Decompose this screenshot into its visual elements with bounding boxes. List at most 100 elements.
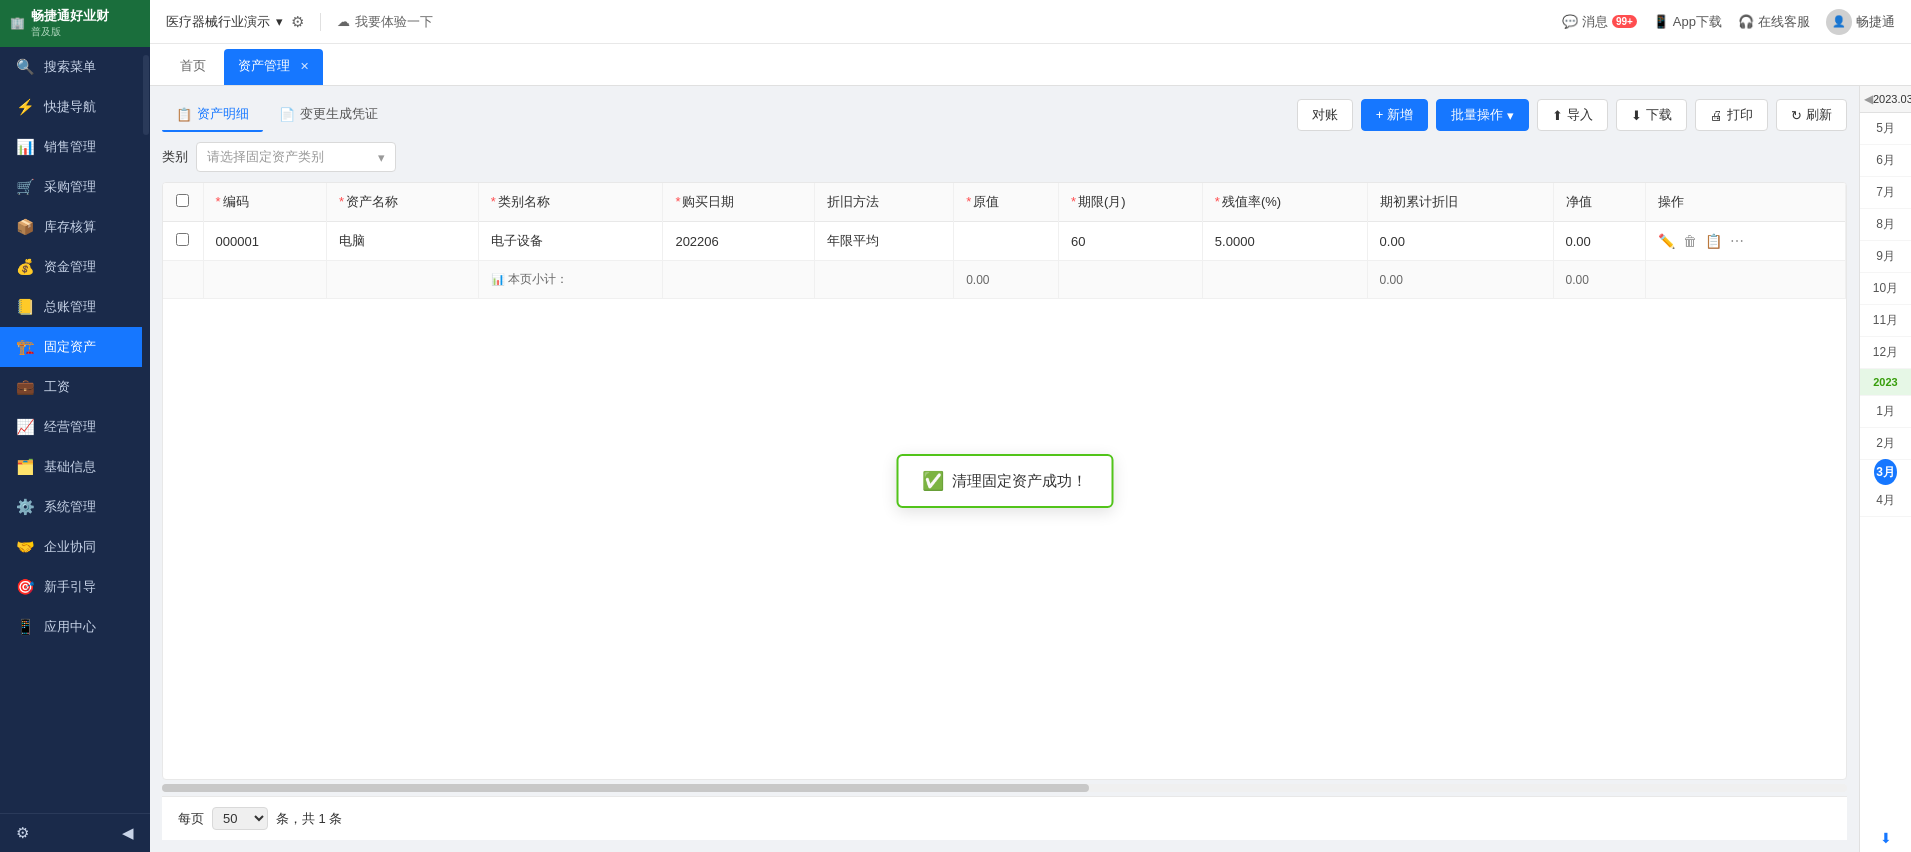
- sidebar-icon-purchase: 🛒: [16, 178, 34, 196]
- more-icon[interactable]: ⋯: [1730, 233, 1744, 249]
- cal-month-item[interactable]: 2月: [1860, 428, 1911, 460]
- success-toast: ✅ 清理固定资产成功！: [896, 454, 1113, 508]
- sidebar-item-fixedasset[interactable]: 🏗️固定资产: [0, 327, 142, 367]
- calendar-expand-bottom[interactable]: ⬇: [1860, 824, 1911, 852]
- delete-icon[interactable]: 🗑: [1683, 233, 1697, 249]
- topbar-divider: [320, 13, 321, 31]
- cal-month-item[interactable]: 6月: [1860, 145, 1911, 177]
- sidebar-item-sysmanage[interactable]: ⚙️系统管理: [0, 487, 142, 527]
- cal-month-item[interactable]: 9月: [1860, 241, 1911, 273]
- username-label: 畅捷通: [1856, 13, 1895, 31]
- subtotal-original: 0.00: [954, 261, 1059, 299]
- phone-icon: 📱: [1653, 14, 1669, 29]
- user-area[interactable]: 👤 畅捷通: [1826, 9, 1895, 35]
- sidebar-item-sales[interactable]: 📊销售管理: [0, 127, 142, 167]
- sidebar-scrolltrack: [142, 47, 150, 813]
- subtab-change-voucher[interactable]: 📄 变更生成凭证: [265, 98, 392, 132]
- tab-home[interactable]: 首页: [166, 49, 220, 85]
- headset-icon: 🎧: [1738, 14, 1754, 29]
- row-actions: ✏️ 🗑 📋 ⋯: [1658, 233, 1833, 249]
- sidebar-item-newguide[interactable]: 🎯新手引导: [0, 567, 142, 607]
- cal-month-item[interactable]: 7月: [1860, 177, 1911, 209]
- sidebar-item-quicknav[interactable]: ⚡快捷导航: [0, 87, 142, 127]
- category-filter[interactable]: 请选择固定资产类别 ▾: [196, 142, 396, 172]
- calendar-scroll: 5月6月7月8月9月10月11月12月20231月2月3月4月: [1860, 113, 1911, 824]
- new-button[interactable]: + 新增: [1361, 99, 1428, 131]
- row-accum-depreciation: 0.00: [1367, 222, 1553, 261]
- calendar-expand-icon[interactable]: ◀: [1864, 92, 1873, 106]
- print-label: 打印: [1727, 106, 1753, 124]
- app-download-action[interactable]: 📱 App下载: [1653, 13, 1722, 31]
- refresh-label: 刷新: [1806, 106, 1832, 124]
- online-service-action[interactable]: 🎧 在线客服: [1738, 13, 1810, 31]
- row-checkbox-0[interactable]: [176, 233, 189, 246]
- sidebar-item-funds[interactable]: 💰资金管理: [0, 247, 142, 287]
- copy-icon[interactable]: 📋: [1705, 233, 1722, 249]
- company-name: 医疗器械行业演示: [166, 13, 270, 31]
- cal-month-item[interactable]: 11月: [1860, 305, 1911, 337]
- sidebar-label-purchase: 采购管理: [44, 178, 96, 196]
- sidebar-label-newguide: 新手引导: [44, 578, 96, 596]
- cal-month-item[interactable]: 4月: [1860, 485, 1911, 517]
- collapse-icon[interactable]: ◀: [122, 824, 134, 842]
- account-button[interactable]: 对账: [1297, 99, 1353, 131]
- tab-asset-mgmt[interactable]: 资产管理 ✕: [224, 49, 323, 85]
- company-dropdown-icon: ▾: [276, 14, 283, 29]
- sidebar-label-payroll: 工资: [44, 378, 70, 396]
- import-button[interactable]: ⬆ 导入: [1537, 99, 1608, 131]
- sidebar-item-purchase[interactable]: 🛒 采购管理: [0, 167, 142, 207]
- subtotal-accum: 0.00: [1367, 261, 1553, 299]
- right-sidebar: ◀ 2023.03 ▶ 5月6月7月8月9月10月11月12月20231月2月3…: [1859, 86, 1911, 852]
- tab-close-icon[interactable]: ✕: [300, 60, 309, 72]
- per-page-select[interactable]: 50 100 200: [212, 807, 268, 830]
- row-original-value: [954, 222, 1059, 261]
- sidebar-item-coopbiz[interactable]: 🤝企业协同: [0, 527, 142, 567]
- cal-current-month-label[interactable]: 3月: [1874, 459, 1897, 485]
- edit-icon[interactable]: ✏️: [1658, 233, 1675, 249]
- sidebar-item-search[interactable]: 🔍搜索菜单: [0, 47, 142, 87]
- content: 📋 资产明细 📄 变更生成凭证 对账 + 新增 批量操作 ▾: [150, 86, 1911, 852]
- sidebar-item-inventory[interactable]: 📦库存核算: [0, 207, 142, 247]
- sidebar-item-basicinfo[interactable]: 🗂️基础信息: [0, 447, 142, 487]
- cal-month-item[interactable]: 12月: [1860, 337, 1911, 369]
- tabbar: 首页 资产管理 ✕: [150, 44, 1911, 86]
- cal-current-month[interactable]: 3月: [1860, 460, 1911, 485]
- sidebar-item-payroll[interactable]: 💼工资: [0, 367, 142, 407]
- pagination-bar: 每页 50 100 200 条，共 1 条: [162, 796, 1847, 840]
- print-button[interactable]: 🖨 打印: [1695, 99, 1768, 131]
- filter-placeholder: 请选择固定资产类别: [207, 148, 324, 166]
- cal-month-item[interactable]: 1月: [1860, 396, 1911, 428]
- sidebar-item-ledger[interactable]: 📒总账管理: [0, 287, 142, 327]
- subtab-asset-detail[interactable]: 📋 资产明细: [162, 98, 263, 132]
- table-scrollbar-thumb: [162, 784, 1089, 792]
- sidebar-item-appcenter[interactable]: 📱应用中心: [0, 607, 142, 647]
- settings-gear-icon[interactable]: ⚙: [291, 13, 304, 31]
- topbar-left: 医疗器械行业演示 ▾ ⚙ ☁ 我要体验一下: [166, 13, 433, 31]
- select-all-checkbox[interactable]: [176, 194, 189, 207]
- cal-month-item[interactable]: 5月: [1860, 113, 1911, 145]
- subtab-voucher-label: 变更生成凭证: [300, 105, 378, 123]
- subtotal-net: 0.00: [1553, 261, 1645, 299]
- app-logo: 🏢 畅捷通好业财 普及版: [0, 0, 150, 47]
- message-action[interactable]: 💬 消息 99+: [1562, 13, 1637, 31]
- settings-icon[interactable]: ⚙: [16, 824, 29, 842]
- sidebar: 🏢 畅捷通好业财 普及版 🔍搜索菜单⚡快捷导航📊销售管理 🛒 采购管理 📦库存核算💰资…: [0, 0, 150, 852]
- sidebar-label-bizmanage: 经营管理: [44, 418, 96, 436]
- calendar-header-text: 2023.03: [1873, 93, 1911, 105]
- experience-button[interactable]: ☁ 我要体验一下: [337, 13, 433, 31]
- sidebar-icon-fixedasset: 🏗️: [16, 338, 34, 356]
- calendar-down-icon: ⬇: [1880, 830, 1892, 846]
- sidebar-label-ledger: 总账管理: [44, 298, 96, 316]
- cal-month-item[interactable]: 8月: [1860, 209, 1911, 241]
- sidebar-item-bizmanage[interactable]: 📈经营管理: [0, 407, 142, 447]
- sidebar-icon-quicknav: ⚡: [16, 98, 34, 116]
- th-name: *资产名称: [326, 183, 478, 222]
- user-avatar: 👤: [1826, 9, 1852, 35]
- row-checkbox-cell: [163, 222, 203, 261]
- company-selector[interactable]: 医疗器械行业演示 ▾: [166, 13, 283, 31]
- download-button[interactable]: ⬇ 下载: [1616, 99, 1687, 131]
- refresh-button[interactable]: ↻ 刷新: [1776, 99, 1847, 131]
- batch-button[interactable]: 批量操作 ▾: [1436, 99, 1529, 131]
- table-scrollbar[interactable]: [162, 784, 1847, 792]
- cal-month-item[interactable]: 10月: [1860, 273, 1911, 305]
